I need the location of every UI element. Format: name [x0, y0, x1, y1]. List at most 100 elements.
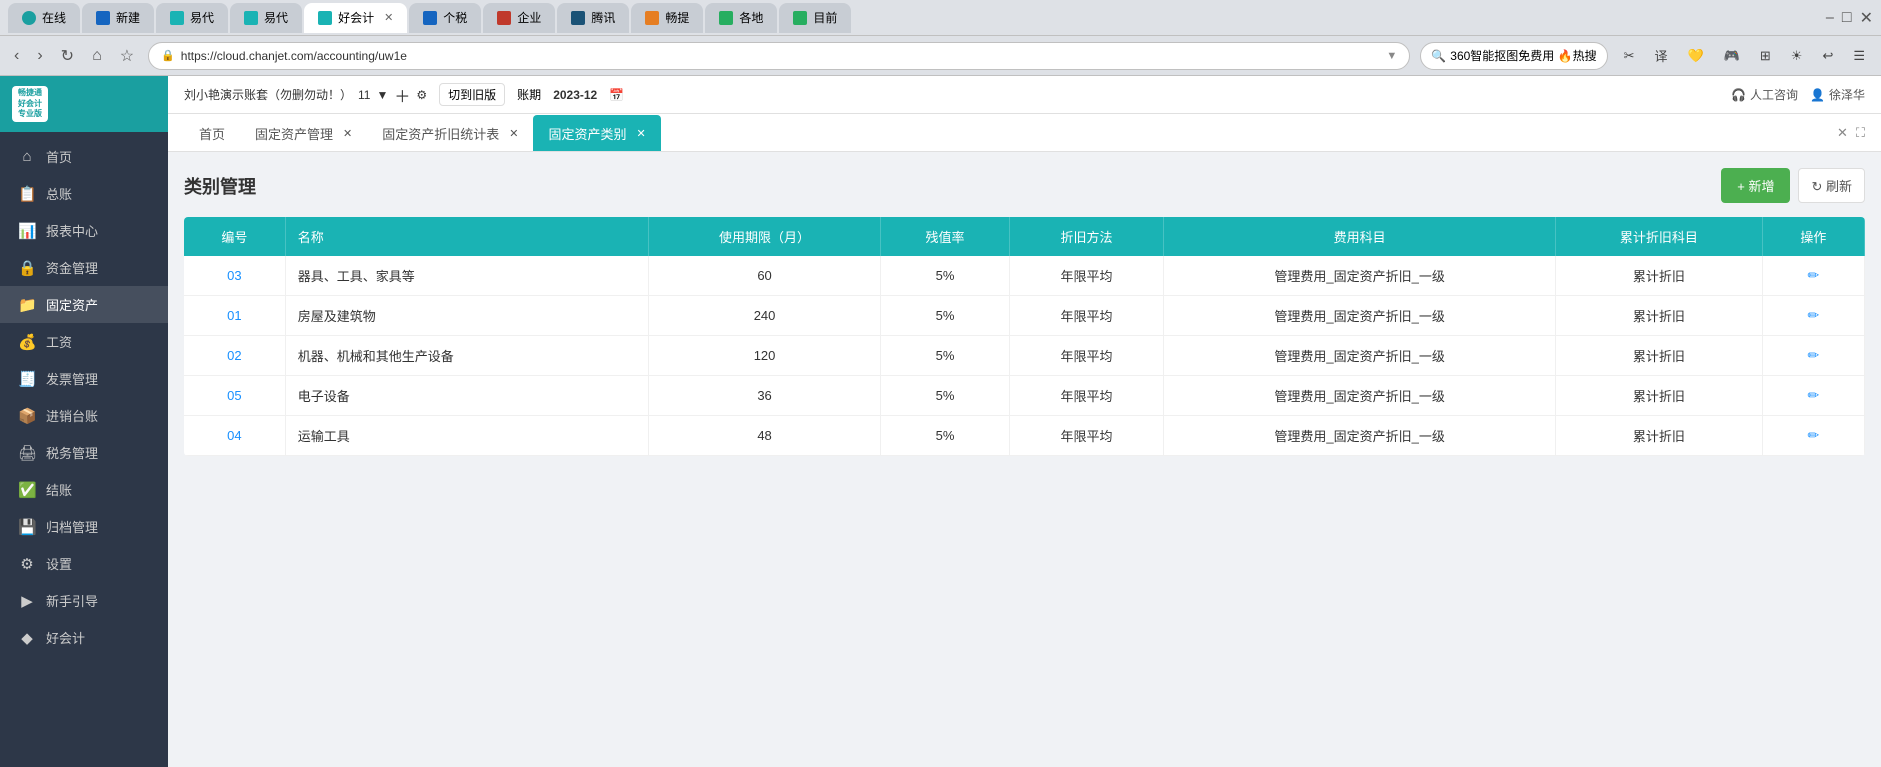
tab-favicon-easy1 [170, 11, 184, 25]
close-window-icon[interactable]: ✕ [1860, 8, 1873, 28]
brightness-icon[interactable]: ☀ [1785, 45, 1809, 67]
tab-close-haokuaiji[interactable]: ✕ [384, 11, 393, 24]
tab-label-tencent: 腾讯 [591, 9, 615, 26]
sidebar-item-invoice[interactable]: 🧾 发票管理 [0, 360, 168, 397]
user-account[interactable]: 👤 徐泽华 [1810, 86, 1865, 103]
sidebar-item-inventory[interactable]: 📦 进销台账 [0, 397, 168, 434]
cell-code-3[interactable]: 05 [184, 376, 285, 416]
minimize-icon[interactable]: ⎯ [1826, 9, 1834, 27]
period-label: 账期 [517, 86, 541, 103]
browser-tab-gedi[interactable]: 各地 [705, 3, 777, 33]
browser-tab-changte[interactable]: 畅提 [631, 3, 703, 33]
sidebar-item-funds[interactable]: 🔒 资金管理 [0, 249, 168, 286]
browser-tab-online[interactable]: 在线 [8, 3, 80, 33]
sidebar-item-settings[interactable]: ⚙ 设置 [0, 545, 168, 582]
close-tab-depreciation[interactable]: ✕ [509, 127, 518, 140]
search-bar[interactable]: 🔍 360智能抠图免费用 🔥热搜 [1420, 42, 1607, 70]
plus-icon[interactable]: ＋ [394, 83, 410, 107]
cell-code-2[interactable]: 02 [184, 336, 285, 376]
edit-icon-0[interactable]: ✏ [1807, 267, 1819, 283]
close-tab-category[interactable]: ✕ [637, 127, 646, 140]
calendar-icon[interactable]: 📅 [609, 88, 624, 102]
funds-icon: 🔒 [18, 259, 36, 277]
cell-action-2[interactable]: ✏ [1762, 336, 1864, 376]
add-category-button[interactable]: + 新增 [1721, 168, 1790, 203]
edit-icon-3[interactable]: ✏ [1807, 387, 1819, 403]
edit-icon-1[interactable]: ✏ [1807, 307, 1819, 323]
translate-icon[interactable]: 译 [1648, 43, 1673, 68]
content-tab-category[interactable]: 固定资产类别 ✕ [533, 115, 660, 151]
edit-icon-4[interactable]: ✏ [1807, 427, 1819, 443]
col-code: 编号 [184, 217, 285, 256]
menu-icon[interactable]: ☰ [1847, 45, 1871, 67]
user-info: 刘小艳演示账套（勿删勿动！） 11 ▼ ＋ ⚙ [184, 83, 427, 107]
browser-tab-new[interactable]: 新建 [82, 3, 154, 33]
sidebar-item-ledger[interactable]: 📋 总账 [0, 175, 168, 212]
back-button[interactable]: ‹ [10, 43, 23, 69]
tab-label-enterprise: 企业 [517, 9, 541, 26]
cell-residual-2: 5% [881, 336, 1009, 376]
cell-residual-1: 5% [881, 296, 1009, 336]
cell-code-0[interactable]: 03 [184, 256, 285, 296]
tab-label-new: 新建 [116, 9, 140, 26]
archive-icon: 💾 [18, 518, 36, 536]
cell-action-4[interactable]: ✏ [1762, 416, 1864, 456]
cell-action-1[interactable]: ✏ [1762, 296, 1864, 336]
browser-tab-easy2[interactable]: 易代 [230, 3, 302, 33]
game-icon[interactable]: 🎮 [1718, 45, 1746, 67]
maximize-icon[interactable]: □ [1842, 9, 1852, 27]
home-button[interactable]: ⌂ [88, 43, 106, 69]
maximize-panel-icon[interactable]: ⛶ [1856, 125, 1865, 141]
app-wrapper: 畅捷通好会计专业版 ⌂ 首页 📋 总账 📊 报表中心 🔒 资金管理 📁 [0, 76, 1881, 767]
browser-tab-enterprise[interactable]: 企业 [483, 3, 555, 33]
wallet-icon[interactable]: 💛 [1682, 45, 1710, 67]
content-tab-home[interactable]: 首页 [184, 115, 240, 151]
sidebar-item-fixed-assets[interactable]: 📁 固定资产 [0, 286, 168, 323]
browser-chrome: 在线 新建 易代 易代 好会计 ✕ 个税 企业 腾讯 [0, 0, 1881, 36]
content-tab-fixed-asset-mgmt[interactable]: 固定资产管理 ✕ [240, 115, 367, 151]
ledger-icon: 📋 [18, 185, 36, 203]
cell-code-4[interactable]: 04 [184, 416, 285, 456]
dropdown-icon[interactable]: ▼ [376, 88, 388, 102]
sidebar-item-archive[interactable]: 💾 归档管理 [0, 508, 168, 545]
edit-icon-2[interactable]: ✏ [1807, 347, 1819, 363]
reload-button[interactable]: ↻ [57, 42, 78, 70]
sidebar-item-more[interactable]: ◆ 好会计 [0, 619, 168, 656]
col-method: 折旧方法 [1009, 217, 1163, 256]
tab-label-easy1: 易代 [190, 9, 214, 26]
header-actions: + 新增 ↻ 刷新 [1721, 168, 1865, 203]
sidebar-item-close-account[interactable]: ✅ 结账 [0, 471, 168, 508]
sidebar-item-reports[interactable]: 📊 报表中心 [0, 212, 168, 249]
browser-tab-easy1[interactable]: 易代 [156, 3, 228, 33]
browser-tab-tencent[interactable]: 腾讯 [557, 3, 629, 33]
main-content: 刘小艳演示账套（勿删勿动！） 11 ▼ ＋ ⚙ 切到旧版 账期 2023-12 … [168, 76, 1881, 767]
tab-favicon-enterprise [497, 11, 511, 25]
browser-tab-muqian[interactable]: 目前 [779, 3, 851, 33]
sidebar-label-archive: 归档管理 [46, 517, 98, 536]
sidebar-label-funds: 资金管理 [46, 258, 98, 277]
sidebar-item-guide[interactable]: ▶ 新手引导 [0, 582, 168, 619]
grid-icon[interactable]: ⊞ [1754, 45, 1777, 67]
close-tab-fixed-asset-mgmt[interactable]: ✕ [343, 127, 352, 140]
scissors-icon[interactable]: ✂ [1618, 45, 1641, 67]
browser-tab-tax[interactable]: 个税 [409, 3, 481, 33]
service-contact[interactable]: 🎧 人工咨询 [1731, 86, 1798, 103]
category-table: 编号 名称 使用期限（月） 残值率 折旧方法 费用科目 累计折旧科目 操作 03… [184, 217, 1865, 456]
address-bar[interactable]: 🔒 https://cloud.chanjet.com/accounting/u… [148, 42, 1410, 70]
cell-code-1[interactable]: 01 [184, 296, 285, 336]
gear-icon[interactable]: ⚙ [416, 88, 427, 102]
refresh-button[interactable]: ↻ 刷新 [1798, 168, 1865, 203]
sidebar-item-home[interactable]: ⌂ 首页 [0, 138, 168, 175]
sidebar-item-payroll[interactable]: 💰 工资 [0, 323, 168, 360]
sidebar-item-tax[interactable]: 🖨 税务管理 [0, 434, 168, 471]
browser-tab-haokuaiji[interactable]: 好会计 ✕ [304, 3, 407, 33]
cell-action-0[interactable]: ✏ [1762, 256, 1864, 296]
forward-button[interactable]: › [33, 43, 46, 69]
content-tab-depreciation[interactable]: 固定资产折旧统计表 ✕ [367, 115, 533, 151]
undo-icon[interactable]: ↩ [1816, 45, 1839, 67]
inventory-icon: 📦 [18, 407, 36, 425]
cell-action-3[interactable]: ✏ [1762, 376, 1864, 416]
bookmark-button[interactable]: ☆ [116, 42, 138, 70]
switch-version-button[interactable]: 切到旧版 [439, 83, 505, 106]
close-panel-icon[interactable]: ✕ [1837, 125, 1848, 141]
